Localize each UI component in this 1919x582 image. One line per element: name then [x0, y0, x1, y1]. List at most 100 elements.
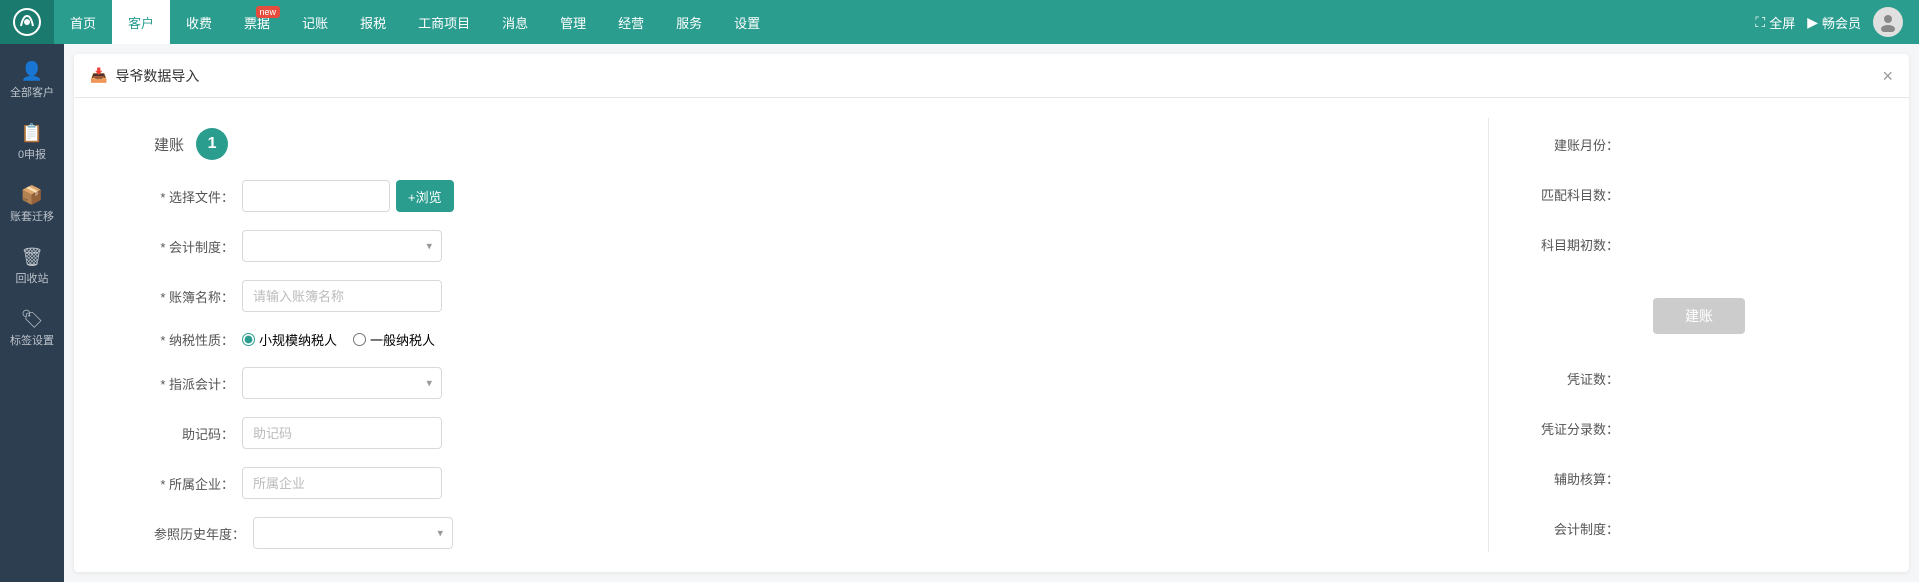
tag-icon: 🏷 — [21, 310, 44, 328]
nav-billing[interactable]: 收费 — [170, 0, 228, 44]
panel-header: 📥 导爷数据导入 × — [74, 54, 1909, 98]
radio-small-input[interactable] — [242, 333, 255, 346]
history-label: 参照历史年度： — [154, 524, 245, 543]
info-voucher-records-label: 凭证分录数： — [1529, 419, 1619, 438]
memo-label: 助记码： — [154, 424, 234, 443]
import-panel: 📥 导爷数据导入 × 建账 1 * 选择文件 — [74, 54, 1909, 572]
radio-general-input[interactable] — [353, 333, 366, 346]
close-button[interactable]: × — [1882, 67, 1893, 85]
nav-clients[interactable]: 客户 — [112, 0, 170, 44]
new-badge: new — [256, 6, 281, 18]
info-initial-row: 科目期初数： — [1529, 228, 1869, 260]
accountant-select-wrapper — [242, 367, 442, 399]
nav-service[interactable]: 服务 — [660, 0, 718, 44]
logo — [0, 0, 54, 44]
sidebar-item-label: 全部客户 — [10, 84, 54, 100]
step-circle: 1 — [196, 128, 228, 160]
history-row: 参照历史年度： — [154, 517, 1448, 549]
info-month-row: 建账月份： — [1529, 128, 1869, 160]
info-initial-label: 科目期初数： — [1529, 235, 1619, 254]
migrate-icon: 📦 — [21, 186, 43, 204]
file-input-group: +浏览 — [242, 180, 454, 212]
avatar[interactable] — [1873, 7, 1903, 37]
info-auxiliary-label: 辅助核算： — [1529, 469, 1619, 488]
browse-button[interactable]: +浏览 — [396, 180, 454, 212]
panel-body: 建账 1 * 选择文件： +浏览 — [74, 98, 1909, 572]
report-icon: 📋 — [21, 124, 43, 142]
nav-home[interactable]: 首页 — [54, 0, 112, 44]
company-input[interactable] — [242, 467, 442, 499]
company-label: * 所属企业： — [154, 474, 234, 493]
sidebar-item-label: 账套迁移 — [10, 208, 54, 224]
panel-title: 导爷数据导入 — [115, 66, 199, 86]
sidebar-item-label: 0申报 — [18, 146, 46, 162]
info-accounting-system-row: 会计制度： — [1529, 512, 1869, 544]
sidebar: 👤 全部客户 📋 0申报 📦 账套迁移 🗑 回收站 🏷 标签设置 — [0, 44, 64, 582]
info-voucher-row: 凭证数： — [1529, 362, 1869, 394]
ledger-label: * 账簿名称： — [154, 287, 234, 306]
sidebar-item-label: 标签设置 — [10, 332, 54, 348]
sidebar-item-zero-report[interactable]: 📋 0申报 — [0, 114, 64, 172]
accounting-select[interactable] — [242, 230, 442, 262]
nav-invoices[interactable]: 票据 new — [228, 0, 286, 44]
radio-general-taxpayer[interactable]: 一般纳税人 — [353, 330, 435, 349]
trash-icon: 🗑 — [21, 248, 44, 266]
fullscreen-icon: ⛶ — [1755, 14, 1765, 31]
nav-operation[interactable]: 经营 — [602, 0, 660, 44]
radio-general-label: 一般纳税人 — [370, 330, 435, 349]
member-button[interactable]: ▶ 畅会员 — [1807, 13, 1861, 32]
nav-bookkeeping[interactable]: 记账 — [286, 0, 344, 44]
build-button[interactable]: 建账 — [1653, 298, 1745, 334]
accountant-select[interactable] — [242, 367, 442, 399]
nav-business[interactable]: 工商项目 — [402, 0, 486, 44]
member-icon: ▶ — [1807, 14, 1818, 31]
sidebar-item-all-clients[interactable]: 👤 全部客户 — [0, 52, 64, 110]
history-select-wrapper — [253, 517, 453, 549]
logo-icon — [13, 8, 41, 36]
ledger-input[interactable] — [242, 280, 442, 312]
build-button-area: 建账 — [1529, 288, 1869, 334]
clients-icon: 👤 — [21, 62, 43, 80]
info-section: 建账月份： 匹配科目数： 科目期初数： 建账 — [1489, 118, 1909, 552]
info-auxiliary-row: 辅助核算： — [1529, 462, 1869, 494]
file-input[interactable] — [242, 180, 390, 212]
sidebar-item-migrate[interactable]: 📦 账套迁移 — [0, 176, 64, 234]
fullscreen-button[interactable]: ⛶ 全屏 — [1755, 13, 1795, 32]
user-icon — [1878, 12, 1898, 32]
ledger-row: * 账簿名称： — [154, 280, 1448, 312]
radio-small-label: 小规模纳税人 — [259, 330, 337, 349]
nav-tax[interactable]: 报税 — [344, 0, 402, 44]
sidebar-item-tags[interactable]: 🏷 标签设置 — [0, 300, 64, 358]
accountant-label: * 指派会计： — [154, 374, 234, 393]
nav-right-area: ⛶ 全屏 ▶ 畅会员 — [1755, 7, 1919, 37]
nav-settings[interactable]: 设置 — [718, 0, 776, 44]
info-accounting-system-label: 会计制度： — [1529, 519, 1619, 538]
accounting-select-wrapper — [242, 230, 442, 262]
step-header: 建账 1 — [154, 128, 1448, 160]
memo-input[interactable] — [242, 417, 442, 449]
sidebar-item-trash[interactable]: 🗑 回收站 — [0, 238, 64, 296]
top-navigation: 首页 客户 收费 票据 new 记账 报税 工商项目 消息 管理 经营 服务 设… — [0, 0, 1919, 44]
file-row: * 选择文件： +浏览 — [154, 180, 1448, 212]
accountant-row: * 指派会计： — [154, 367, 1448, 399]
radio-small-taxpayer[interactable]: 小规模纳税人 — [242, 330, 337, 349]
tax-row: * 纳税性质： 小规模纳税人 一般纳税人 — [154, 330, 1448, 349]
file-label: * 选择文件： — [154, 187, 234, 206]
accounting-label: * 会计制度： — [154, 237, 234, 256]
history-select[interactable] — [253, 517, 453, 549]
accounting-row: * 会计制度： — [154, 230, 1448, 262]
memo-row: 助记码： — [154, 417, 1448, 449]
info-voucher-records-row: 凭证分录数： — [1529, 412, 1869, 444]
nav-manage[interactable]: 管理 — [544, 0, 602, 44]
tax-label: * 纳税性质： — [154, 330, 234, 349]
content-area: 📥 导爷数据导入 × 建账 1 * 选择文件 — [64, 44, 1919, 582]
info-voucher-label: 凭证数： — [1529, 369, 1619, 388]
main-layout: 👤 全部客户 📋 0申报 📦 账套迁移 🗑 回收站 🏷 标签设置 📥 导爷数据导… — [0, 44, 1919, 582]
nav-menu: 首页 客户 收费 票据 new 记账 报税 工商项目 消息 管理 经营 服务 设… — [54, 0, 1755, 44]
nav-message[interactable]: 消息 — [486, 0, 544, 44]
tax-radio-group: 小规模纳税人 一般纳税人 — [242, 330, 435, 349]
step-label: 建账 — [154, 134, 184, 155]
sidebar-item-label: 回收站 — [16, 270, 49, 286]
info-match-label: 匹配科目数： — [1529, 185, 1619, 204]
info-month-label: 建账月份： — [1529, 135, 1619, 154]
